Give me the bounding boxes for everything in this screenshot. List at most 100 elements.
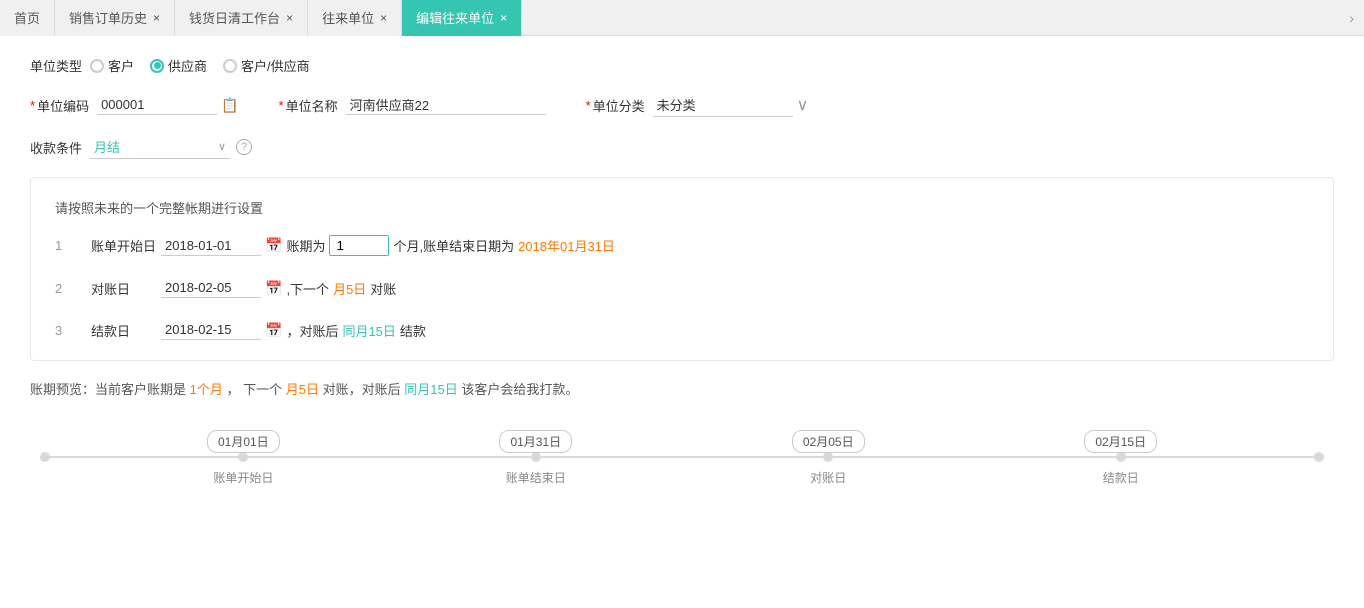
preview-payment-suffix: 该客户会给我打款。 <box>461 382 578 397</box>
preview-text: 账期预览：当前客户账期是 1个月 ， 下一个 月5日 对账，对账后 同月15日 … <box>30 379 1334 398</box>
period-row-1-unit: 个月,账单结束日期为 <box>393 236 514 255</box>
close-tab-partner-units[interactable]: × <box>380 11 387 25</box>
radio-label-customer-supplier: 客户/供应商 <box>241 56 310 75</box>
timeline-line-1 <box>50 456 238 458</box>
unit-code-field: * 单位编码 📋 <box>30 95 239 115</box>
period-row-3-num: 3 <box>55 323 75 338</box>
reconcile-day-highlight: 月5日 <box>333 279 366 298</box>
unit-category-star: * <box>586 98 591 113</box>
tabs-scroll-arrow[interactable]: › <box>1339 10 1364 26</box>
preview-reconcile-highlight: 月5日 <box>286 382 319 397</box>
timeline-start-circle <box>40 452 50 462</box>
timeline-line-5 <box>1126 456 1314 458</box>
period-row-3: 3 结款日 📅 ，对账后 同月15日 结款 <box>55 320 1309 340</box>
tab-partner-units[interactable]: 往来单位 × <box>308 0 402 36</box>
radio-supplier[interactable]: 供应商 <box>150 56 207 75</box>
radio-circle-customer <box>90 59 104 73</box>
reconcile-date-input[interactable] <box>161 278 261 298</box>
period-row-1-suffix: 账期为 <box>286 236 325 255</box>
timeline-badge-1: 01月01日 <box>207 430 280 453</box>
period-row-2: 2 对账日 📅 ,下一个 月5日 对账 <box>55 278 1309 298</box>
tab-home[interactable]: 首页 <box>0 0 55 36</box>
unit-name-star: * <box>279 98 284 113</box>
radio-label-supplier: 供应商 <box>168 56 207 75</box>
payment-date-input[interactable] <box>161 320 261 340</box>
payment-date-cal[interactable]: 📅 <box>265 322 282 339</box>
period-row-1-num: 1 <box>55 238 75 253</box>
preview-label: 账期预览：当前客户账期是 <box>30 382 186 397</box>
payment-terms-help[interactable]: ? <box>236 139 252 155</box>
timeline-end-circle <box>1314 452 1324 462</box>
period-row-1: 1 账单开始日 📅 账期为 个月,账单结束日期为 2018年01月31日 <box>55 235 1309 256</box>
timeline-line-3 <box>541 456 823 458</box>
timeline-circle-1 <box>238 452 248 462</box>
unit-code-star: * <box>30 98 35 113</box>
preview-period-highlight: 1个月 <box>190 382 223 397</box>
unit-category-select[interactable]: 未分类 ∨ <box>653 93 833 117</box>
period-row-3-prefix: ，对账后 <box>286 321 338 340</box>
timeline-circle-4 <box>1116 452 1126 462</box>
unit-category-value: 未分类 <box>653 93 793 117</box>
close-tab-cash-reconcile[interactable]: × <box>286 11 293 25</box>
unit-category-label: 单位分类 <box>593 96 645 115</box>
radio-circle-customer-supplier <box>223 59 237 73</box>
tab-edit-partner[interactable]: 编辑往来单位 × <box>402 0 522 36</box>
period-row-2-label: 对账日 <box>91 279 161 298</box>
period-row-3-suffix: 结款 <box>400 321 426 340</box>
timeline-node-1: 01月01日 账单开始日 <box>238 452 248 462</box>
timeline-circle-3 <box>823 452 833 462</box>
unit-code-icon[interactable]: 📋 <box>221 97 238 114</box>
period-row-3-label: 结款日 <box>91 321 161 340</box>
unit-category-chevron: ∨ <box>797 95 809 115</box>
payment-terms-select[interactable]: 月结 ∨ <box>90 135 230 159</box>
timeline-node-2: 01月31日 账单结束日 <box>531 452 541 462</box>
period-row-2-suffix: 对账 <box>370 279 396 298</box>
payment-terms-label: 收款条件 <box>30 138 82 157</box>
payment-terms-field: 收款条件 月结 ∨ ? <box>30 135 252 159</box>
period-start-date-cal[interactable]: 📅 <box>265 237 282 254</box>
unit-type-field: 单位类型 客户 供应商 客户/供应商 <box>30 56 310 75</box>
close-tab-sales-order-history[interactable]: × <box>153 11 160 25</box>
radio-customer[interactable]: 客户 <box>90 56 134 75</box>
period-row-1-label: 账单开始日 <box>91 236 161 255</box>
tab-cash-reconcile[interactable]: 钱货日清工作台 × <box>175 0 308 36</box>
timeline-line-2 <box>248 456 530 458</box>
timeline-node-4: 02月15日 结款日 <box>1116 452 1126 462</box>
tab-sales-order-history[interactable]: 销售订单历史 × <box>55 0 175 36</box>
main-content: 单位类型 客户 供应商 客户/供应商 * 单位编码 <box>0 36 1364 608</box>
timeline-circle-2 <box>531 452 541 462</box>
unit-name-input[interactable] <box>346 95 546 115</box>
payment-terms-value: 月结 <box>94 137 214 156</box>
payment-terms-chevron: ∨ <box>218 140 226 153</box>
period-title: 请按照未来的一个完整帐期进行设置 <box>55 198 1309 217</box>
period-start-date-input[interactable] <box>161 236 261 256</box>
close-tab-edit-partner[interactable]: × <box>500 11 507 25</box>
unit-category-field: * 单位分类 未分类 ∨ <box>586 93 833 117</box>
timeline-sublabel-3: 对账日 <box>810 469 846 486</box>
radio-circle-supplier <box>150 59 164 73</box>
timeline-wrapper: 01月01日 账单开始日 01月31日 账单结束日 02月05日 对账日 0 <box>30 422 1334 502</box>
payment-day-highlight: 同月15日 <box>342 321 395 340</box>
timeline-sublabel-2: 账单结束日 <box>506 469 566 486</box>
unit-name-label: 单位名称 <box>286 96 338 115</box>
timeline-badge-4: 02月15日 <box>1084 430 1157 453</box>
unit-type-label: 单位类型 <box>30 56 82 75</box>
timeline-sublabel-4: 结款日 <box>1103 469 1139 486</box>
preview-payment-highlight: 同月15日 <box>404 382 457 397</box>
radio-customer-supplier[interactable]: 客户/供应商 <box>223 56 310 75</box>
unit-type-row: 单位类型 客户 供应商 客户/供应商 <box>30 56 1334 75</box>
unit-code-input[interactable] <box>97 95 217 115</box>
unit-info-row: * 单位编码 📋 * 单位名称 * 单位分类 未分类 ∨ <box>30 93 1334 117</box>
timeline-start-dot <box>40 452 50 462</box>
unit-code-label: 单位编码 <box>37 96 89 115</box>
timeline-line-4 <box>833 456 1115 458</box>
unit-name-field: * 单位名称 <box>279 95 546 115</box>
radio-label-customer: 客户 <box>108 56 134 75</box>
reconcile-date-cal[interactable]: 📅 <box>265 280 282 297</box>
timeline-node-3: 02月05日 对账日 <box>823 452 833 462</box>
preview-comma: ， <box>227 382 240 397</box>
timeline-badge-3: 02月05日 <box>792 430 865 453</box>
preview-reconcile-suffix: 对账，对账后 <box>323 382 401 397</box>
unit-type-radio-group: 客户 供应商 客户/供应商 <box>90 56 310 75</box>
period-months-input[interactable] <box>329 235 389 256</box>
